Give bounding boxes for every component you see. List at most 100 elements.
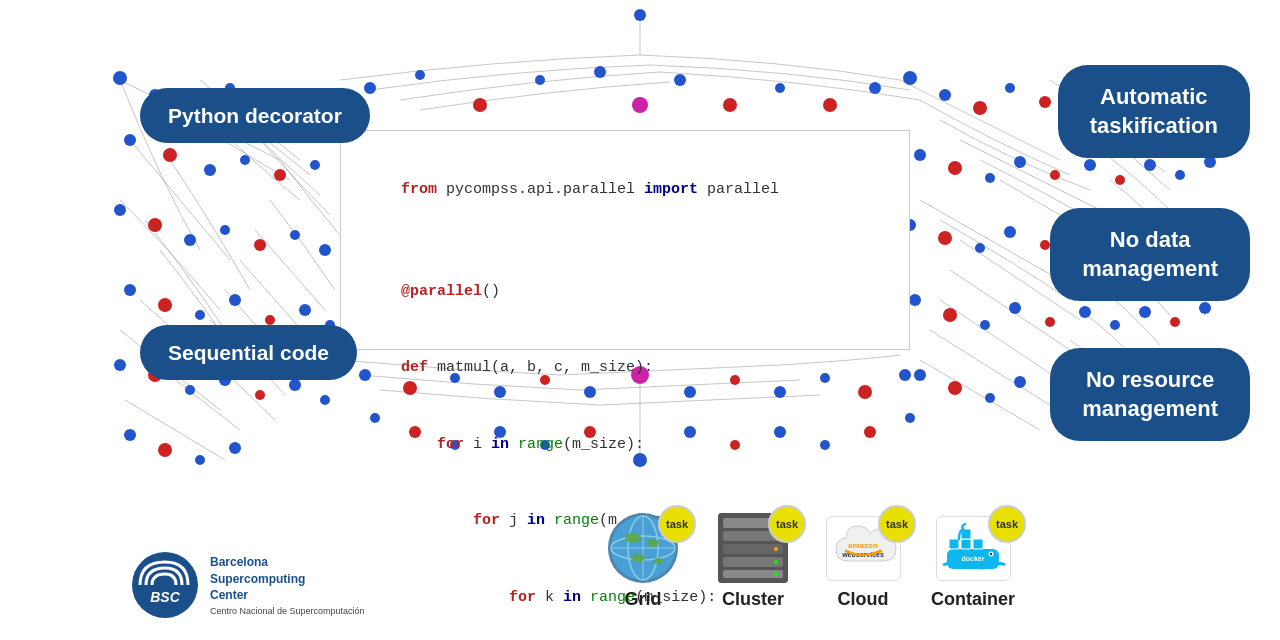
svg-point-10 [240, 155, 250, 165]
svg-point-23 [229, 294, 241, 306]
svg-text:amazon: amazon [848, 541, 878, 550]
svg-point-155 [990, 552, 992, 554]
svg-point-90 [473, 98, 487, 112]
svg-point-39 [939, 89, 951, 101]
svg-point-97 [823, 98, 837, 112]
svg-point-132 [647, 539, 659, 547]
svg-point-69 [909, 294, 921, 306]
svg-point-14 [148, 218, 162, 232]
svg-point-71 [980, 320, 990, 330]
no-data-management-bubble: No datamanagement [1050, 208, 1250, 301]
svg-point-55 [1115, 175, 1125, 185]
svg-point-74 [1079, 306, 1091, 318]
cluster-label: Cluster [722, 589, 784, 610]
svg-point-98 [869, 82, 881, 94]
svg-point-49 [914, 149, 926, 161]
python-decorator-bubble: Python decorator [140, 88, 370, 143]
svg-point-62 [1004, 226, 1016, 238]
svg-point-99 [634, 9, 646, 21]
svg-point-82 [1014, 376, 1026, 388]
svg-point-79 [914, 369, 926, 381]
svg-point-29 [185, 385, 195, 395]
svg-rect-150 [949, 539, 959, 549]
code-line-8: c[i][j] += np.dot(a[i][k], b[k][j]) [365, 636, 885, 641]
svg-point-40 [973, 101, 987, 115]
svg-point-94 [674, 74, 686, 86]
cloud-label: Cloud [838, 589, 889, 610]
svg-point-81 [985, 393, 995, 403]
svg-point-131 [625, 533, 641, 543]
cluster-task-badge: task [768, 505, 806, 543]
code-line-4: def matmul(a, b, c, m_size): [365, 330, 885, 407]
svg-point-32 [289, 379, 301, 391]
container-icon-box: task dock [928, 513, 1018, 583]
svg-point-63 [1040, 240, 1050, 250]
cloud-task-badge: task [878, 505, 916, 543]
svg-point-133 [631, 554, 645, 562]
svg-point-15 [184, 234, 196, 246]
svg-point-70 [943, 308, 957, 322]
svg-point-17 [254, 239, 266, 251]
svg-rect-151 [961, 539, 971, 549]
svg-point-7 [124, 134, 136, 146]
svg-point-134 [653, 558, 663, 564]
svg-point-9 [204, 164, 216, 176]
svg-point-25 [299, 304, 311, 316]
svg-point-92 [594, 66, 606, 78]
svg-point-37 [229, 442, 241, 454]
grid-label: Grid [624, 589, 661, 610]
svg-point-20 [124, 284, 136, 296]
svg-point-21 [158, 298, 172, 312]
svg-point-19 [319, 244, 331, 256]
svg-point-52 [1014, 156, 1026, 168]
svg-point-11 [274, 169, 286, 181]
svg-point-51 [985, 173, 995, 183]
svg-point-77 [1170, 317, 1180, 327]
svg-point-145 [774, 572, 778, 576]
cloud-icon-box: task amazon webservices [818, 513, 908, 583]
grid-icon-item: task Grid [598, 513, 688, 610]
svg-point-143 [774, 547, 778, 551]
svg-point-38 [903, 71, 917, 85]
svg-point-50 [948, 161, 962, 175]
svg-point-41 [1005, 83, 1015, 93]
svg-point-16 [220, 225, 230, 235]
svg-point-24 [265, 315, 275, 325]
container-label: Container [931, 589, 1015, 610]
svg-point-89 [415, 70, 425, 80]
svg-point-0 [113, 71, 127, 85]
svg-point-57 [1175, 170, 1185, 180]
sequential-code-bubble: Sequential code [140, 325, 357, 380]
code-line-2 [365, 228, 885, 254]
code-line-5: for i in range(m_size): [365, 406, 885, 483]
svg-text:BSC: BSC [150, 589, 180, 605]
code-line-1: from pycompss.api.parallel import parall… [365, 151, 885, 228]
bsc-logo: BSC BarcelonaSupercomputingCenter Centro… [130, 550, 365, 620]
svg-point-56 [1144, 159, 1156, 171]
code-line-3: @parallel() [365, 253, 885, 330]
bsc-full-name: BarcelonaSupercomputingCenter [210, 554, 365, 604]
svg-point-27 [114, 359, 126, 371]
svg-point-8 [163, 148, 177, 162]
graph-nodes-top-middle [364, 9, 881, 113]
svg-point-18 [290, 230, 300, 240]
svg-point-95 [723, 98, 737, 112]
svg-point-36 [195, 455, 205, 465]
svg-point-35 [158, 443, 172, 457]
svg-point-125 [905, 413, 915, 423]
svg-point-53 [1050, 170, 1060, 180]
svg-point-60 [938, 231, 952, 245]
cluster-icon-item: task Cluster [708, 513, 798, 610]
svg-point-91 [535, 75, 545, 85]
code-panel: from pycompss.api.parallel import parall… [340, 130, 910, 350]
svg-point-33 [320, 395, 330, 405]
svg-point-112 [899, 369, 911, 381]
cluster-icon-box: task [708, 513, 798, 583]
container-task-badge: task [988, 505, 1026, 543]
no-resource-management-bubble: No resourcemanagement [1050, 348, 1250, 441]
grid-icon-box: task [598, 513, 688, 583]
svg-rect-152 [973, 539, 983, 549]
svg-point-73 [1045, 317, 1055, 327]
platform-icons-section: task Grid task [598, 513, 1018, 610]
svg-text:docker: docker [962, 555, 985, 562]
